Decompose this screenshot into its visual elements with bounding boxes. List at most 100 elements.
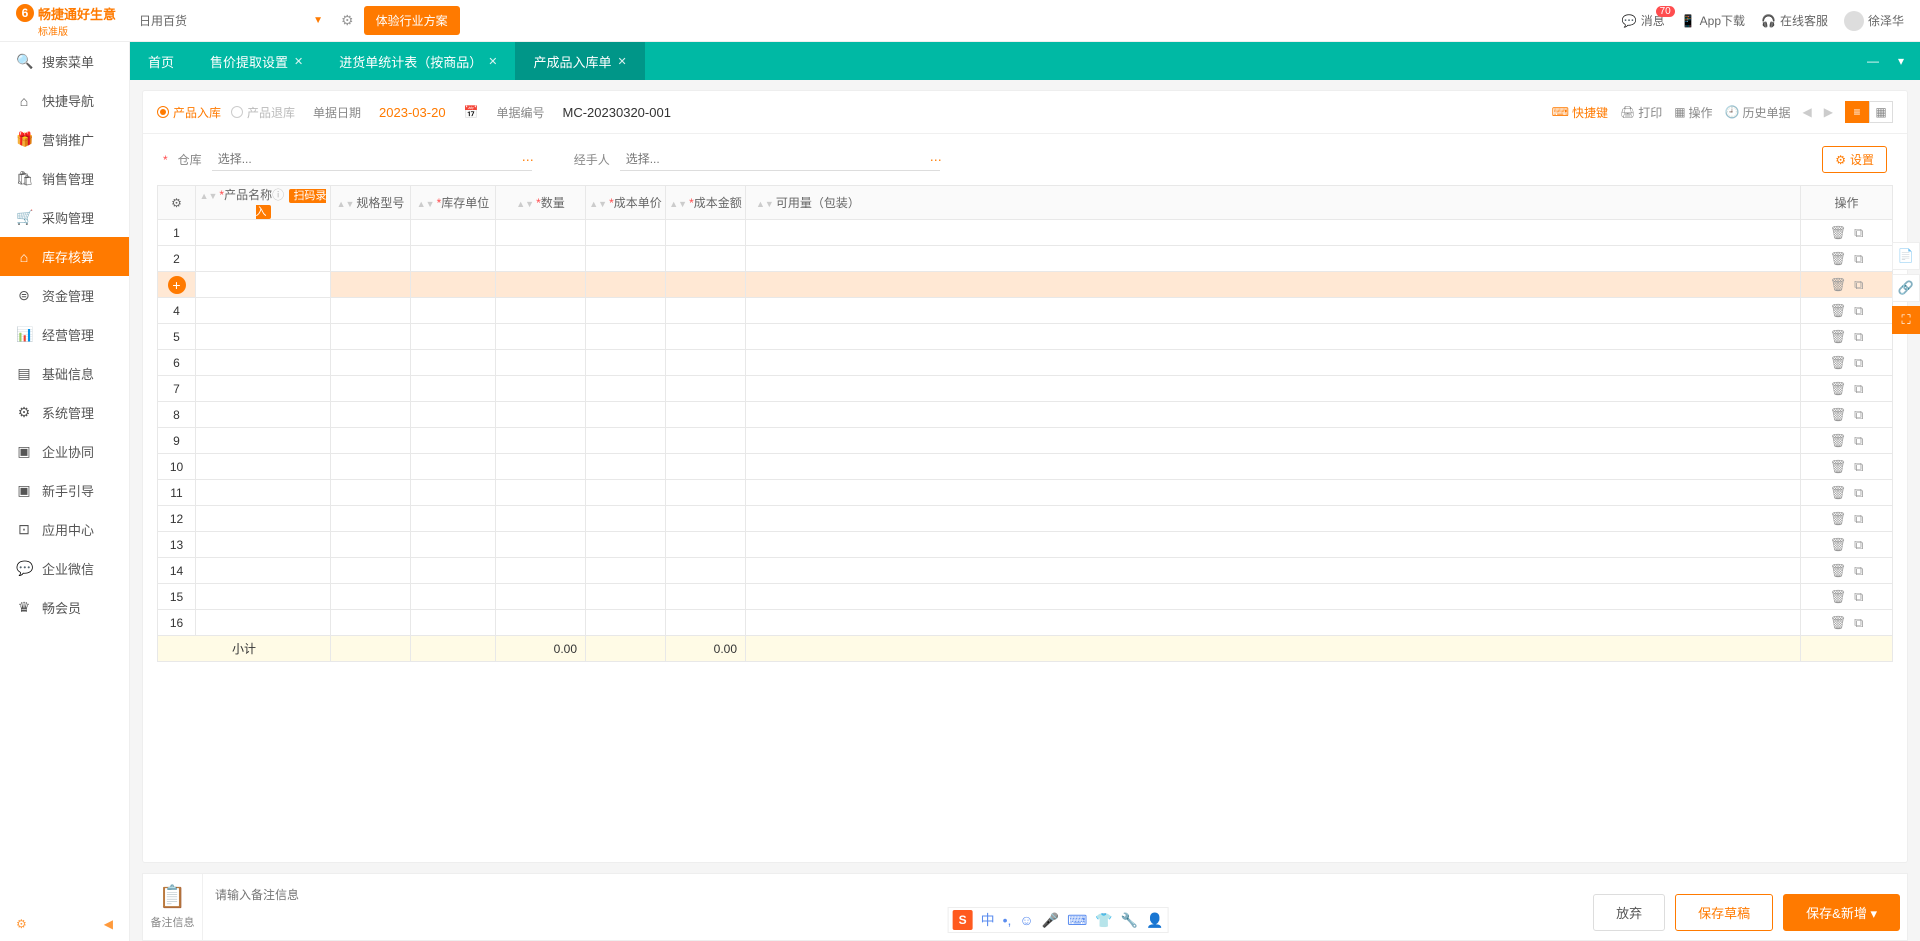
- th-gear[interactable]: ⚙: [158, 186, 196, 220]
- cell-amount[interactable]: [666, 584, 746, 610]
- radio-product-in[interactable]: 产品入库: [157, 104, 221, 121]
- cell-spec[interactable]: [331, 376, 411, 402]
- cell-spec[interactable]: [331, 558, 411, 584]
- delete-icon[interactable]: 🗑: [1830, 381, 1847, 396]
- th-unit[interactable]: ▲▼*库存单位: [411, 186, 496, 220]
- rail-note-button[interactable]: 📄: [1892, 242, 1920, 270]
- cell-spec[interactable]: [331, 610, 411, 636]
- copy-icon[interactable]: ⧉: [1854, 277, 1863, 292]
- copy-icon[interactable]: ⧉: [1854, 537, 1863, 552]
- th-amount[interactable]: ▲▼*成本金额: [666, 186, 746, 220]
- cell-available[interactable]: [746, 272, 1801, 298]
- history-button[interactable]: 🕘历史单据: [1725, 104, 1791, 121]
- cell-product-name[interactable]: [196, 428, 331, 454]
- app-download-link[interactable]: 📱 App下载: [1681, 12, 1745, 29]
- delete-icon[interactable]: 🗑: [1830, 589, 1847, 604]
- category-select[interactable]: 日用百货 ▼: [131, 12, 331, 29]
- cell-amount[interactable]: [666, 298, 746, 324]
- cell-spec[interactable]: [331, 532, 411, 558]
- tabs-more-button[interactable]: ▾: [1888, 48, 1914, 74]
- cell-unit[interactable]: [411, 610, 496, 636]
- radio-product-out[interactable]: 产品退库: [231, 104, 295, 121]
- cell-product-name[interactable]: [196, 350, 331, 376]
- cell-unit[interactable]: [411, 480, 496, 506]
- cell-available[interactable]: [746, 298, 1801, 324]
- th-available[interactable]: ▲▼可用量（包装）: [746, 186, 1801, 220]
- warehouse-more-icon[interactable]: ⋯: [522, 153, 534, 167]
- ime-user-icon[interactable]: 👤: [1146, 912, 1163, 929]
- table-row[interactable]: 7🗑⧉: [158, 376, 1893, 402]
- cell-price[interactable]: [586, 428, 666, 454]
- sidebar-item-2[interactable]: 🎁营销推广: [0, 120, 129, 159]
- delete-icon[interactable]: 🗑: [1830, 537, 1847, 552]
- next-icon[interactable]: ▶: [1824, 105, 1833, 119]
- cell-product-name[interactable]: [196, 454, 331, 480]
- cell-available[interactable]: [746, 220, 1801, 246]
- table-row[interactable]: 9🗑⧉: [158, 428, 1893, 454]
- table-row[interactable]: 16🗑⧉: [158, 610, 1893, 636]
- cell-qty[interactable]: [496, 532, 586, 558]
- tab-3[interactable]: 产成品入库单✕: [515, 42, 644, 80]
- cell-spec[interactable]: [331, 324, 411, 350]
- ime-punct-icon[interactable]: •,: [1003, 912, 1012, 928]
- delete-icon[interactable]: 🗑: [1830, 303, 1847, 318]
- cell-amount[interactable]: [666, 324, 746, 350]
- sidebar-item-1[interactable]: ⌂快捷导航: [0, 81, 129, 120]
- ime-lang[interactable]: 中: [981, 910, 995, 930]
- table-row[interactable]: 13🗑⧉: [158, 532, 1893, 558]
- cell-qty[interactable]: [496, 506, 586, 532]
- cell-amount[interactable]: [666, 428, 746, 454]
- tabs-minimize-button[interactable]: —: [1860, 48, 1886, 74]
- cell-product-name[interactable]: [196, 376, 331, 402]
- sidebar-item-4[interactable]: 🛒采购管理: [0, 198, 129, 237]
- cell-spec[interactable]: [331, 402, 411, 428]
- save-draft-button[interactable]: 保存草稿: [1675, 894, 1773, 931]
- cell-price[interactable]: [586, 402, 666, 428]
- ime-mic-icon[interactable]: 🎤: [1042, 912, 1059, 929]
- cell-unit[interactable]: [411, 350, 496, 376]
- cell-product-name[interactable]: [196, 610, 331, 636]
- cell-spec[interactable]: [331, 506, 411, 532]
- handler-input[interactable]: [620, 148, 940, 171]
- cell-product-name[interactable]: [196, 480, 331, 506]
- copy-icon[interactable]: ⧉: [1854, 251, 1863, 266]
- sidebar-item-13[interactable]: 💬企业微信: [0, 549, 129, 588]
- copy-icon[interactable]: ⧉: [1854, 355, 1863, 370]
- cell-price[interactable]: [586, 376, 666, 402]
- ime-smile-icon[interactable]: ☺: [1019, 912, 1033, 928]
- cell-available[interactable]: [746, 402, 1801, 428]
- th-price[interactable]: ▲▼*成本单价: [586, 186, 666, 220]
- close-icon[interactable]: ✕: [618, 55, 627, 68]
- tab-1[interactable]: 售价提取设置✕: [192, 42, 321, 80]
- delete-icon[interactable]: 🗑: [1830, 251, 1847, 266]
- cell-amount[interactable]: [666, 376, 746, 402]
- cell-price[interactable]: [586, 558, 666, 584]
- cell-spec[interactable]: [331, 454, 411, 480]
- ime-sogou-icon[interactable]: S: [953, 910, 973, 930]
- messages-link[interactable]: 💬 消息 70: [1622, 12, 1665, 29]
- cell-product-name[interactable]: [196, 532, 331, 558]
- cell-available[interactable]: [746, 350, 1801, 376]
- ime-skin-icon[interactable]: 👕: [1095, 912, 1112, 929]
- cell-qty[interactable]: [496, 298, 586, 324]
- cell-available[interactable]: [746, 376, 1801, 402]
- cell-qty[interactable]: [496, 454, 586, 480]
- delete-icon[interactable]: 🗑: [1830, 277, 1847, 292]
- cell-amount[interactable]: [666, 220, 746, 246]
- cell-available[interactable]: [746, 558, 1801, 584]
- cell-amount[interactable]: [666, 506, 746, 532]
- gear-icon[interactable]: ⚙: [341, 12, 354, 29]
- delete-icon[interactable]: 🗑: [1830, 225, 1847, 240]
- cell-unit[interactable]: [411, 376, 496, 402]
- cell-spec[interactable]: [331, 272, 411, 298]
- table-row[interactable]: 10🗑⧉: [158, 454, 1893, 480]
- copy-icon[interactable]: ⧉: [1854, 485, 1863, 500]
- column-settings-button[interactable]: ⚙设置: [1822, 146, 1887, 173]
- table-row[interactable]: 12🗑⧉: [158, 506, 1893, 532]
- cell-amount[interactable]: [666, 272, 746, 298]
- sidebar-item-6[interactable]: ⊜资金管理: [0, 276, 129, 315]
- cell-price[interactable]: [586, 610, 666, 636]
- cell-price[interactable]: [586, 272, 666, 298]
- cell-price[interactable]: [586, 246, 666, 272]
- th-spec[interactable]: ▲▼规格型号: [331, 186, 411, 220]
